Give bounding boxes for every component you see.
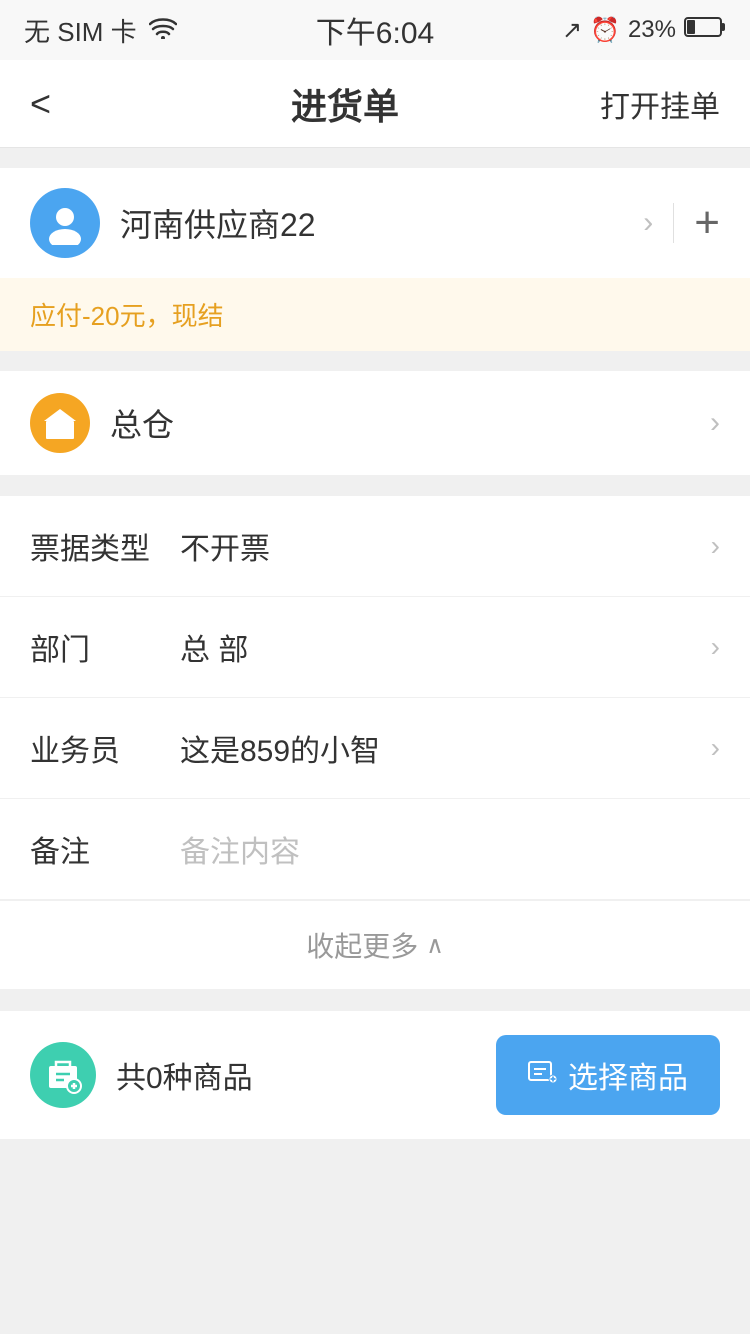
collapse-label: 收起更多 (306, 925, 418, 965)
supplier-avatar (30, 188, 100, 258)
carrier-text: 无 SIM 卡 (24, 12, 137, 49)
supplier-row[interactable]: 河南供应商22 › + (0, 168, 750, 278)
warehouse-row[interactable]: 总仓 › (0, 371, 750, 476)
remark-row[interactable]: 备注 备注内容 (0, 799, 750, 900)
invoice-type-chevron: › (711, 530, 720, 562)
remark-label: 备注 (30, 827, 170, 871)
invoice-type-row[interactable]: 票据类型 不开票 › (0, 496, 750, 597)
supplier-chevron-icon: › (643, 206, 653, 240)
wifi-icon (149, 15, 177, 46)
department-chevron: › (711, 631, 720, 663)
status-bar: 无 SIM 卡 下午6:04 ↗ ⏰ 23% (0, 0, 750, 60)
salesperson-value: 这是859的小智 (170, 726, 701, 770)
product-count: 共0种商品 (116, 1053, 496, 1097)
supplier-section: 河南供应商22 › + 应付-20元，现结 (0, 168, 750, 351)
supplier-name: 河南供应商22 (120, 200, 643, 246)
select-product-label: 选择商品 (568, 1053, 688, 1097)
vertical-divider (673, 203, 674, 243)
notice-bar: 应付-20元，现结 (0, 278, 750, 351)
salesperson-row[interactable]: 业务员 这是859的小智 › (0, 698, 750, 799)
status-left: 无 SIM 卡 (24, 12, 177, 49)
collapse-row[interactable]: 收起更多 ∧ (0, 900, 750, 989)
form-section: 票据类型 不开票 › 部门 总 部 › 业务员 这是859的小智 › 备注 备注… (0, 496, 750, 989)
alarm-icon: ⏰ (590, 16, 620, 45)
select-product-icon (528, 1059, 558, 1092)
warehouse-icon (30, 393, 90, 453)
salesperson-chevron: › (711, 732, 720, 764)
section-gap-1 (0, 148, 750, 168)
battery-icon (684, 16, 726, 45)
warehouse-name: 总仓 (110, 400, 710, 446)
department-row[interactable]: 部门 总 部 › (0, 597, 750, 698)
main-content: 河南供应商22 › + 应付-20元，现结 总仓 › (0, 148, 750, 1334)
salesperson-label: 业务员 (30, 726, 170, 770)
invoice-type-value: 不开票 (170, 524, 701, 568)
location-icon: ↗ (562, 16, 582, 45)
battery-text: 23% (628, 16, 676, 44)
supplier-actions: › + (643, 201, 720, 245)
department-label: 部门 (30, 625, 170, 669)
product-icon (30, 1042, 96, 1108)
invoice-type-label: 票据类型 (30, 524, 170, 568)
product-bar: 共0种商品 选择商品 (0, 1011, 750, 1139)
remark-value: 备注内容 (170, 827, 720, 871)
status-time: 下午6:04 (316, 8, 434, 52)
page-title: 进货单 (90, 78, 600, 130)
select-product-button[interactable]: 选择商品 (496, 1035, 720, 1115)
section-gap-4 (0, 989, 750, 1009)
open-pending-button[interactable]: 打开挂单 (600, 82, 720, 126)
warehouse-chevron-icon: › (710, 406, 720, 440)
section-gap-2 (0, 351, 750, 371)
department-value: 总 部 (170, 625, 701, 669)
nav-bar: < 进货单 打开挂单 (0, 60, 750, 148)
back-button[interactable]: < (30, 83, 90, 125)
add-supplier-icon[interactable]: + (694, 201, 720, 245)
collapse-icon: ∧ (426, 931, 444, 960)
section-gap-3 (0, 476, 750, 496)
status-right: ↗ ⏰ 23% (562, 16, 726, 45)
warehouse-section: 总仓 › (0, 371, 750, 476)
